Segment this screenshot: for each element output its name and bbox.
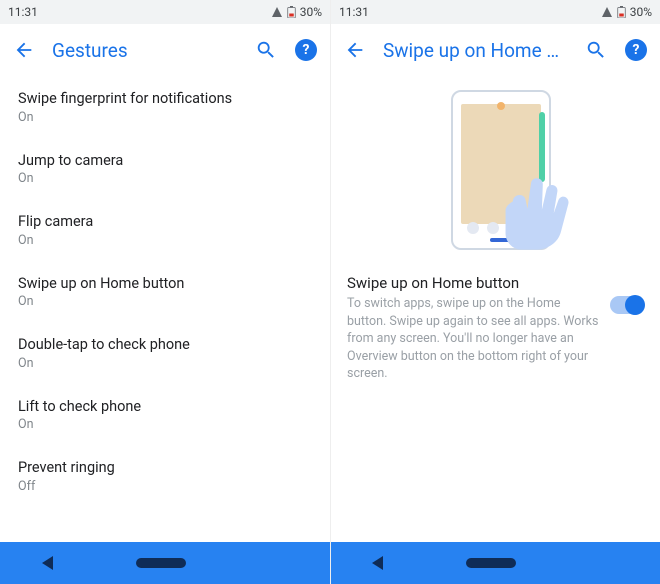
page-title: Swipe up on Home butt… [383,39,568,62]
status-battery: 30% [630,5,652,19]
nav-home-pill[interactable] [136,558,186,568]
item-label: Swipe up on Home button [18,274,312,294]
status-time: 11:31 [8,5,38,19]
item-status: On [18,171,312,186]
item-status: Off [18,479,312,494]
item-label: Flip camera [18,212,312,232]
list-item[interactable]: Jump to cameraOn [0,138,330,200]
list-item[interactable]: Double-tap to check phoneOn [0,322,330,384]
signal-icon [271,6,283,18]
status-right: 30% [601,5,652,19]
status-bar: 11:31 30% [0,0,330,24]
list-item[interactable]: Prevent ringingOff [0,445,330,507]
back-button[interactable] [343,38,367,62]
status-battery: 30% [300,5,322,19]
setting-title: Swipe up on Home button [347,274,602,292]
help-button[interactable]: ? [624,38,648,62]
nav-home-pill[interactable] [466,558,516,568]
item-label: Prevent ringing [18,458,312,478]
setting-row: Swipe up on Home button To switch apps, … [331,266,660,383]
list-item[interactable]: Swipe fingerprint for notificationsOn [0,76,330,138]
help-icon: ? [295,39,317,61]
gestures-list: Swipe fingerprint for notificationsOn Ju… [0,76,330,542]
back-button[interactable] [12,38,36,62]
item-label: Jump to camera [18,151,312,171]
toggle-switch[interactable] [610,296,644,314]
arrow-back-icon [344,39,366,61]
page-title: Gestures [52,39,238,62]
app-bar: Gestures ? [0,24,330,76]
item-label: Swipe fingerprint for notifications [18,89,312,109]
nav-bar [331,542,660,584]
list-item[interactable]: Swipe up on Home buttonOn [0,261,330,323]
nav-back-icon[interactable] [372,556,383,570]
help-button[interactable]: ? [294,38,318,62]
illustration [331,76,660,266]
status-right: 30% [271,5,322,19]
item-label: Lift to check phone [18,397,312,417]
hand-icon [476,156,586,256]
item-status: On [18,294,312,309]
search-icon [585,39,607,61]
screen-swipe-up: 11:31 30% Swipe up on Home butt… ? [330,0,660,584]
list-item[interactable]: Lift to check phoneOn [0,384,330,446]
status-time: 11:31 [339,5,369,19]
battery-icon [617,6,626,18]
search-icon [255,39,277,61]
status-bar: 11:31 30% [331,0,660,24]
help-icon: ? [625,39,647,61]
signal-icon [601,6,613,18]
item-status: On [18,356,312,371]
setting-description: To switch apps, swipe up on the Home but… [347,295,602,383]
app-bar: Swipe up on Home butt… ? [331,24,660,76]
item-status: On [18,110,312,125]
nav-back-icon[interactable] [42,556,53,570]
nav-bar [0,542,330,584]
item-status: On [18,417,312,432]
arrow-back-icon [13,39,35,61]
list-item[interactable]: Flip cameraOn [0,199,330,261]
item-label: Double-tap to check phone [18,335,312,355]
item-status: On [18,233,312,248]
search-button[interactable] [254,38,278,62]
search-button[interactable] [584,38,608,62]
battery-icon [287,6,296,18]
screen-gestures: 11:31 30% Gestures ? Swipe fingerprint f… [0,0,330,584]
